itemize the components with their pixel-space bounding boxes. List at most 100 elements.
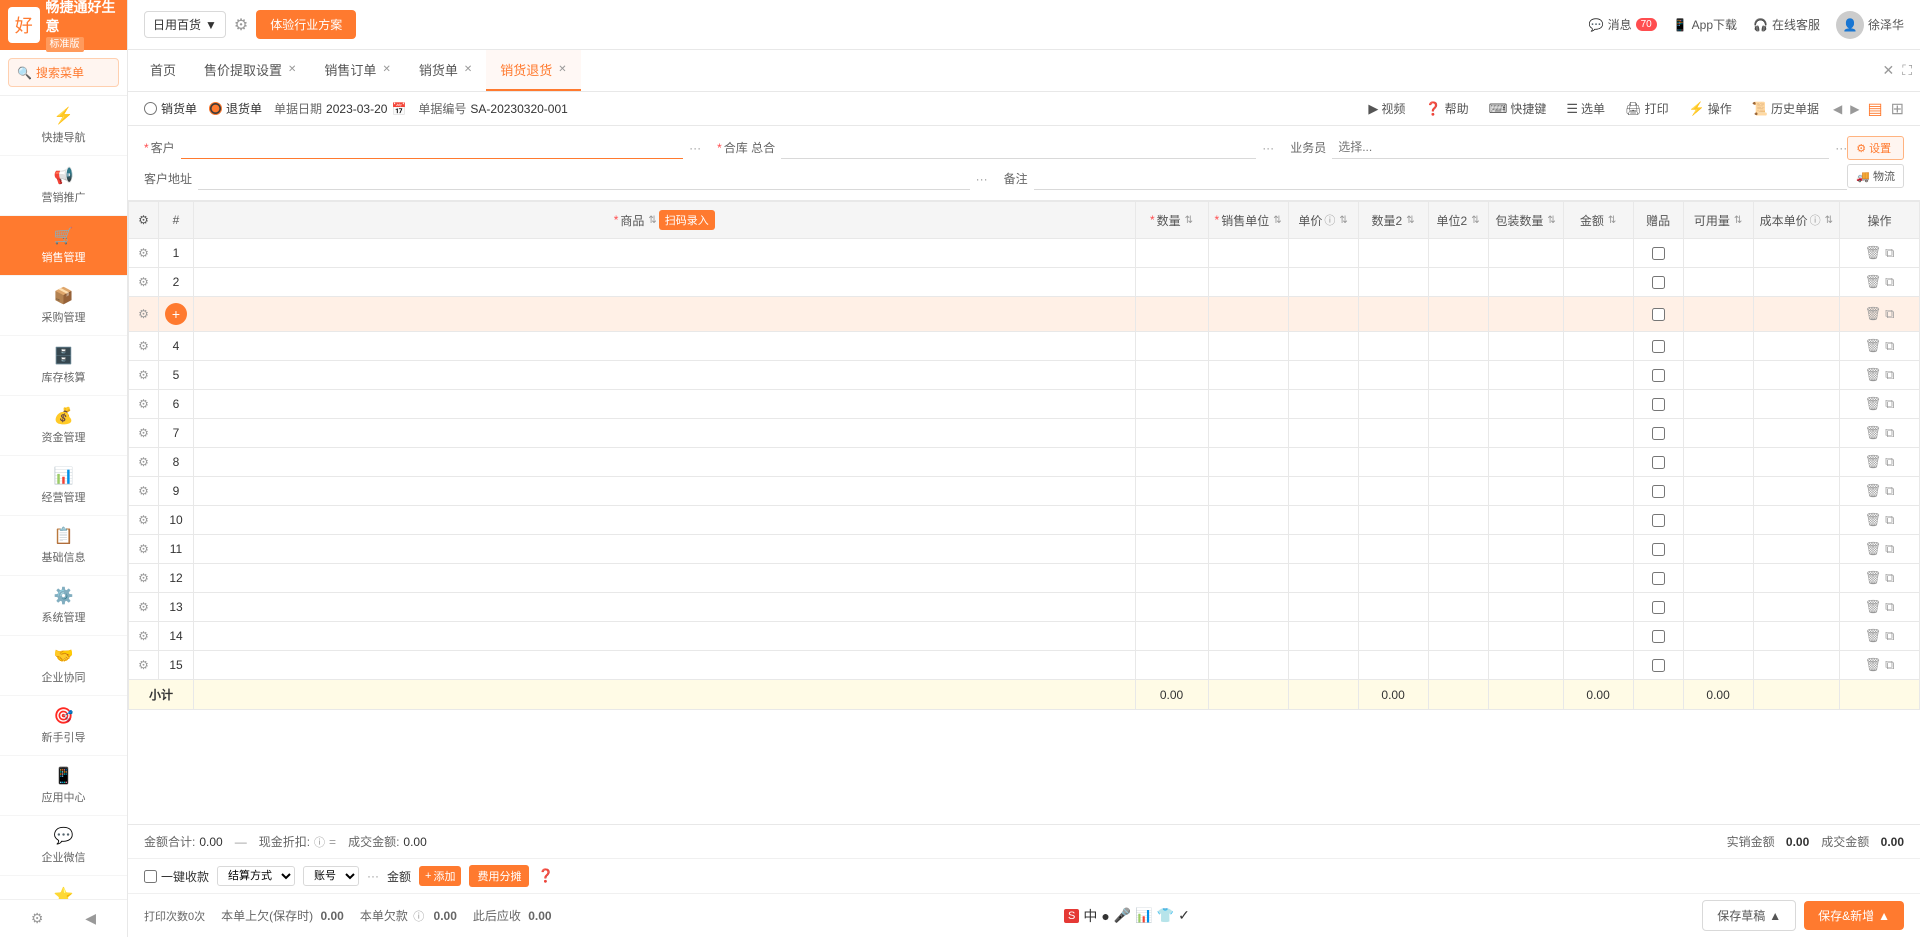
delete-row-icon[interactable]: 🗑 bbox=[1865, 541, 1882, 557]
delete-row-icon[interactable]: 🗑 bbox=[1865, 657, 1882, 673]
delete-row-icon[interactable]: 🗑 bbox=[1865, 512, 1882, 528]
staff-input[interactable] bbox=[1332, 136, 1829, 159]
row-qty2-cell[interactable] bbox=[1358, 361, 1428, 390]
row-unit2-cell[interactable] bbox=[1428, 332, 1488, 361]
row-unit2-cell[interactable] bbox=[1428, 390, 1488, 419]
row-unit-cell[interactable] bbox=[1208, 506, 1288, 535]
qty-input[interactable] bbox=[1142, 426, 1202, 440]
row-pkg-cell[interactable] bbox=[1488, 419, 1563, 448]
trial-btn[interactable]: 体验行业方案 bbox=[256, 10, 356, 39]
product-input[interactable] bbox=[200, 571, 1129, 585]
row-available-cell[interactable] bbox=[1683, 297, 1753, 332]
row-gear-icon[interactable]: ⚙ bbox=[138, 542, 149, 556]
gift-checkbox[interactable] bbox=[1652, 247, 1665, 260]
select-btn[interactable]: ☰ 选单 bbox=[1560, 98, 1611, 119]
row-qty-cell[interactable] bbox=[1135, 506, 1208, 535]
copy-row-icon[interactable]: ⧉ bbox=[1885, 274, 1894, 290]
row-gear-icon[interactable]: ⚙ bbox=[138, 246, 149, 260]
row-cost-cell[interactable] bbox=[1753, 268, 1839, 297]
row-gear-icon[interactable]: ⚙ bbox=[138, 275, 149, 289]
row-pkg-cell[interactable] bbox=[1488, 651, 1563, 680]
row-unit-cell[interactable] bbox=[1208, 239, 1288, 268]
row-cost-cell[interactable] bbox=[1753, 419, 1839, 448]
row-price-cell[interactable] bbox=[1288, 564, 1358, 593]
row-available-cell[interactable] bbox=[1683, 535, 1753, 564]
sidebar-item-collab[interactable]: 🤝 企业协同 bbox=[0, 636, 127, 696]
row-amount-cell[interactable] bbox=[1563, 448, 1633, 477]
product-input[interactable] bbox=[200, 484, 1129, 498]
copy-row-icon[interactable]: ⧉ bbox=[1885, 306, 1894, 322]
gift-checkbox[interactable] bbox=[1652, 630, 1665, 643]
fee-help-icon[interactable]: ❓ bbox=[537, 868, 553, 884]
copy-row-icon[interactable]: ⧉ bbox=[1885, 628, 1894, 644]
customer-select-btn[interactable]: ··· bbox=[689, 141, 701, 155]
row-amount-cell[interactable] bbox=[1563, 419, 1633, 448]
row-qty2-cell[interactable] bbox=[1358, 239, 1428, 268]
gift-checkbox[interactable] bbox=[1652, 514, 1665, 527]
product-input[interactable] bbox=[200, 513, 1129, 527]
operation-btn[interactable]: ⚡ 操作 bbox=[1683, 98, 1738, 119]
remark-input[interactable] bbox=[1034, 167, 1848, 190]
bank-more-btn[interactable]: ··· bbox=[367, 869, 379, 883]
address-select-btn[interactable]: ··· bbox=[976, 172, 988, 186]
delete-row-icon[interactable]: 🗑 bbox=[1865, 454, 1882, 470]
row-price-cell[interactable] bbox=[1288, 361, 1358, 390]
row-pkg-cell[interactable] bbox=[1488, 268, 1563, 297]
sidebar-item-marketing[interactable]: 📢 营销推广 bbox=[0, 156, 127, 216]
product-input[interactable] bbox=[200, 542, 1129, 556]
row-unit2-cell[interactable] bbox=[1428, 535, 1488, 564]
customer-input[interactable] bbox=[181, 136, 683, 159]
row-gear-icon[interactable]: ⚙ bbox=[138, 600, 149, 614]
row-amount-cell[interactable] bbox=[1563, 361, 1633, 390]
row-price-cell[interactable] bbox=[1288, 535, 1358, 564]
product-sort-icon[interactable]: ⇅ bbox=[648, 215, 656, 226]
tab-close-sales-invoice[interactable]: ✕ bbox=[464, 64, 472, 75]
row-product-cell[interactable] bbox=[194, 390, 1136, 419]
row-pkg-cell[interactable] bbox=[1488, 622, 1563, 651]
row-cost-cell[interactable] bbox=[1753, 332, 1839, 361]
row-available-cell[interactable] bbox=[1683, 390, 1753, 419]
row-product-cell[interactable] bbox=[194, 297, 1136, 332]
delete-row-icon[interactable]: 🗑 bbox=[1865, 599, 1882, 615]
row-gear-icon[interactable]: ⚙ bbox=[138, 571, 149, 585]
row-qty-cell[interactable] bbox=[1135, 535, 1208, 564]
footer-icon-1[interactable]: 中 bbox=[1083, 906, 1097, 926]
shortcut-btn[interactable]: ⌨ 快捷键 bbox=[1483, 98, 1553, 119]
row-product-cell[interactable] bbox=[194, 332, 1136, 361]
tab-close-price-extract[interactable]: ✕ bbox=[288, 64, 296, 75]
row-qty-cell[interactable] bbox=[1135, 361, 1208, 390]
bank-account-select[interactable]: 账号 bbox=[303, 866, 359, 886]
row-unit2-cell[interactable] bbox=[1428, 448, 1488, 477]
row-price-cell[interactable] bbox=[1288, 622, 1358, 651]
tab-sales-order[interactable]: 销售订单 ✕ bbox=[310, 50, 404, 91]
row-cost-cell[interactable] bbox=[1753, 535, 1839, 564]
delete-row-icon[interactable]: 🗑 bbox=[1865, 338, 1882, 354]
qty-input[interactable] bbox=[1142, 629, 1202, 643]
delete-row-icon[interactable]: 🗑 bbox=[1865, 274, 1882, 290]
row-gear-icon[interactable]: ⚙ bbox=[138, 307, 149, 321]
row-unit-cell[interactable] bbox=[1208, 535, 1288, 564]
qty-input[interactable] bbox=[1142, 658, 1202, 672]
sidebar-item-quick-nav[interactable]: ⚡ 快捷导航 bbox=[0, 96, 127, 156]
row-product-cell[interactable] bbox=[194, 419, 1136, 448]
row-cost-cell[interactable] bbox=[1753, 593, 1839, 622]
tab-price-extract[interactable]: 售价提取设置 ✕ bbox=[190, 50, 310, 91]
row-qty-cell[interactable] bbox=[1135, 332, 1208, 361]
product-input[interactable] bbox=[200, 658, 1129, 672]
row-unit2-cell[interactable] bbox=[1428, 564, 1488, 593]
row-pkg-cell[interactable] bbox=[1488, 448, 1563, 477]
logistics-btn[interactable]: 🚚 物流 bbox=[1847, 164, 1904, 188]
row-cost-cell[interactable] bbox=[1753, 361, 1839, 390]
row-qty-cell[interactable] bbox=[1135, 477, 1208, 506]
tab-home[interactable]: 首页 bbox=[136, 50, 190, 91]
sidebar-item-basic-info[interactable]: 📋 基础信息 bbox=[0, 516, 127, 576]
row-qty-cell[interactable] bbox=[1135, 651, 1208, 680]
footer-icon-6[interactable]: ✓ bbox=[1178, 907, 1190, 924]
row-qty2-cell[interactable] bbox=[1358, 564, 1428, 593]
row-pkg-cell[interactable] bbox=[1488, 390, 1563, 419]
row-unit-cell[interactable] bbox=[1208, 419, 1288, 448]
copy-row-icon[interactable]: ⧉ bbox=[1885, 657, 1894, 673]
row-cost-cell[interactable] bbox=[1753, 477, 1839, 506]
row-product-cell[interactable] bbox=[194, 477, 1136, 506]
row-product-cell[interactable] bbox=[194, 506, 1136, 535]
